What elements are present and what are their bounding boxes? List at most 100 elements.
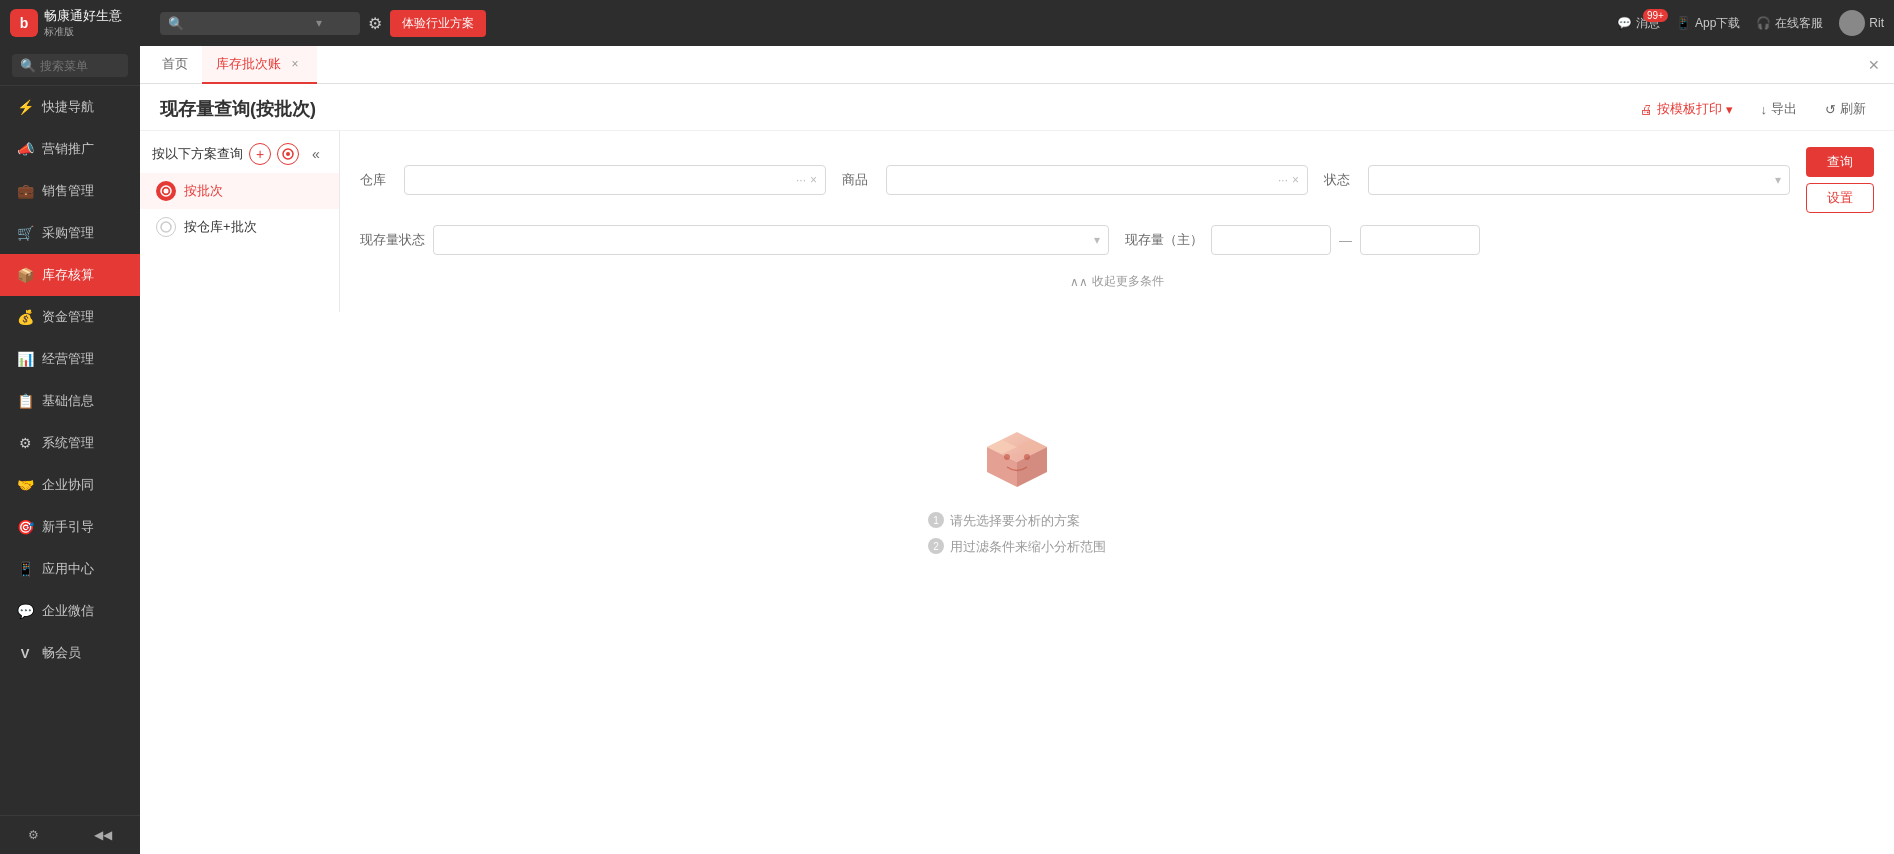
set-button[interactable]: 设置 <box>1806 183 1874 213</box>
goods-clear-icon[interactable]: × <box>1292 173 1299 187</box>
filter-field-warehouse: 仓库 ··· × <box>360 165 826 195</box>
experience-button[interactable]: 体验行业方案 <box>390 10 486 37</box>
wechat-icon: 💬 <box>16 602 34 620</box>
content-area: 首页 库存批次账 × ✕ 现存量查询(按批次) 🖨 按模板打印 ▾ <box>140 46 1894 854</box>
sidebar-item-wechat[interactable]: 💬 企业微信 <box>0 590 140 632</box>
page-content: 现存量查询(按批次) 🖨 按模板打印 ▾ ↓ 导出 ↺ <box>140 84 1894 854</box>
empty-illustration <box>957 392 1077 492</box>
member-icon: V <box>16 644 34 662</box>
sidebar-item-apps[interactable]: 📱 应用中心 <box>0 548 140 590</box>
scheme-label-by-warehouse-batch: 按仓库+批次 <box>184 218 257 236</box>
export-label: 导出 <box>1771 100 1797 118</box>
warehouse-clear-icon[interactable]: × <box>810 173 817 187</box>
sidebar-label-basic: 基础信息 <box>42 392 94 410</box>
settings-scheme-btn[interactable] <box>277 143 299 165</box>
company-name: 畅康通好生意 <box>44 8 122 25</box>
apps-icon: 📱 <box>16 560 34 578</box>
sidebar-search-input[interactable] <box>40 59 120 73</box>
purchase-icon: 🛒 <box>16 224 34 242</box>
tab-inventory-batch[interactable]: 库存批次账 × <box>202 46 317 84</box>
user-profile[interactable]: Rit <box>1839 10 1884 36</box>
tab-close-btn[interactable]: × <box>287 56 303 72</box>
query-button[interactable]: 查询 <box>1806 147 1874 177</box>
app-download-label: App下载 <box>1695 15 1740 32</box>
stock-status-dropdown-icon: ▾ <box>1094 233 1100 247</box>
warehouse-input[interactable]: ··· × <box>404 165 826 195</box>
sidebar-item-purchase[interactable]: 🛒 采购管理 <box>0 212 140 254</box>
sidebar-item-inventory[interactable]: 📦 库存核算 <box>0 254 140 296</box>
stock-qty-min-input[interactable] <box>1211 225 1331 255</box>
warehouse-more-icon[interactable]: ··· <box>796 173 806 187</box>
tip-2-num: 2 <box>928 538 944 554</box>
sidebar-search-icon: 🔍 <box>20 58 36 73</box>
dropdown-icon[interactable]: ▾ <box>316 16 322 30</box>
collapse-more-icon: ∧∧ <box>1070 275 1088 289</box>
filter-field-goods: 商品 ··· × <box>842 165 1308 195</box>
message-icon: 💬 <box>1617 16 1632 30</box>
refresh-label: 刷新 <box>1840 100 1866 118</box>
sidebar-item-operations[interactable]: 📊 经营管理 <box>0 338 140 380</box>
sidebar-settings-btn[interactable]: ⚙ <box>20 824 47 846</box>
sidebar-item-member[interactable]: V 畅会员 <box>0 632 140 674</box>
sidebar-item-system[interactable]: ⚙ 系统管理 <box>0 422 140 464</box>
scheme-item-by-batch[interactable]: 按批次 <box>140 173 339 209</box>
goods-label: 商品 <box>842 171 878 189</box>
filter-left: 按以下方案查询 + « <box>140 131 340 312</box>
user-name: Rit <box>1869 16 1884 30</box>
basic-icon: 📋 <box>16 392 34 410</box>
add-scheme-btn[interactable]: + <box>249 143 271 165</box>
tab-inventory-batch-label: 库存批次账 <box>216 55 281 73</box>
sidebar-label-wechat: 企业微信 <box>42 602 94 620</box>
online-service-button[interactable]: 🎧 在线客服 <box>1756 15 1823 32</box>
sidebar-item-guide[interactable]: 🎯 新手引导 <box>0 506 140 548</box>
sidebar-label-apps: 应用中心 <box>42 560 94 578</box>
tab-area-close-btn[interactable]: ✕ <box>1862 53 1886 77</box>
goods-input-field[interactable] <box>895 173 1274 188</box>
messages-button[interactable]: 💬 消息 99+ <box>1617 15 1660 32</box>
svg-point-11 <box>1024 454 1030 460</box>
logo: b 畅康通好生意 标准版 <box>10 8 150 38</box>
system-icon: ⚙ <box>16 434 34 452</box>
status-select[interactable]: ▾ <box>1368 165 1790 195</box>
tab-home[interactable]: 首页 <box>148 46 202 84</box>
marketing-icon: 📣 <box>16 140 34 158</box>
warehouse-label: 仓库 <box>360 171 396 189</box>
print-dropdown-icon[interactable]: ▾ <box>1726 102 1733 117</box>
refresh-btn[interactable]: ↺ 刷新 <box>1817 96 1874 122</box>
sidebar-label-inventory: 库存核算 <box>42 266 94 284</box>
guide-icon: 🎯 <box>16 518 34 536</box>
collapse-scheme-btn[interactable]: « <box>305 143 327 165</box>
main-layout: 🔍 ⚡ 快捷导航 📣 营销推广 💼 销售管理 🛒 采购管理 <box>0 46 1894 854</box>
settings-icon[interactable]: ⚙ <box>368 14 382 33</box>
collapse-more-btn[interactable]: ∧∧ 收起更多条件 <box>360 267 1874 296</box>
sidebar-item-finance[interactable]: 💰 资金管理 <box>0 296 140 338</box>
empty-state: 1 请先选择要分析的方案 2 用过滤条件来缩小分析范围 <box>140 312 1894 636</box>
top-search-input[interactable] <box>190 16 310 30</box>
sidebar-label-operations: 经营管理 <box>42 350 94 368</box>
sidebar-item-marketing[interactable]: 📣 营销推广 <box>0 128 140 170</box>
goods-more-icon[interactable]: ··· <box>1278 173 1288 187</box>
filter-right: 仓库 ··· × <box>340 131 1894 312</box>
export-btn[interactable]: ↓ 导出 <box>1753 96 1806 122</box>
sidebar-item-sales[interactable]: 💼 销售管理 <box>0 170 140 212</box>
scheme-item-by-warehouse-batch[interactable]: 按仓库+批次 <box>140 209 339 245</box>
tip-2-text: 用过滤条件来缩小分析范围 <box>950 538 1106 556</box>
app-download-button[interactable]: 📱 App下载 <box>1676 15 1740 32</box>
top-search-bar[interactable]: 🔍 ▾ <box>160 12 360 35</box>
warehouse-input-field[interactable] <box>413 173 792 188</box>
messages-badge: 99+ <box>1643 9 1668 22</box>
sidebar-collapse-btn[interactable]: ◀◀ <box>86 824 120 846</box>
sidebar-item-enterprise[interactable]: 🤝 企业协同 <box>0 464 140 506</box>
print-btn[interactable]: 🖨 按模板打印 ▾ <box>1632 96 1741 122</box>
empty-tip-1: 1 请先选择要分析的方案 <box>928 512 1106 530</box>
scheme-icon-warehouse-batch <box>156 217 176 237</box>
stock-qty-max-input[interactable] <box>1360 225 1480 255</box>
page-header-actions: 🖨 按模板打印 ▾ ↓ 导出 ↺ 刷新 <box>1632 96 1875 122</box>
stock-status-select[interactable]: ▾ <box>433 225 1109 255</box>
goods-input[interactable]: ··· × <box>886 165 1308 195</box>
sidebar-search[interactable]: 🔍 <box>0 46 140 86</box>
refresh-icon: ↺ <box>1825 102 1836 117</box>
inventory-icon: 📦 <box>16 266 34 284</box>
sidebar-item-quick-nav[interactable]: ⚡ 快捷导航 <box>0 86 140 128</box>
sidebar-item-basic[interactable]: 📋 基础信息 <box>0 380 140 422</box>
